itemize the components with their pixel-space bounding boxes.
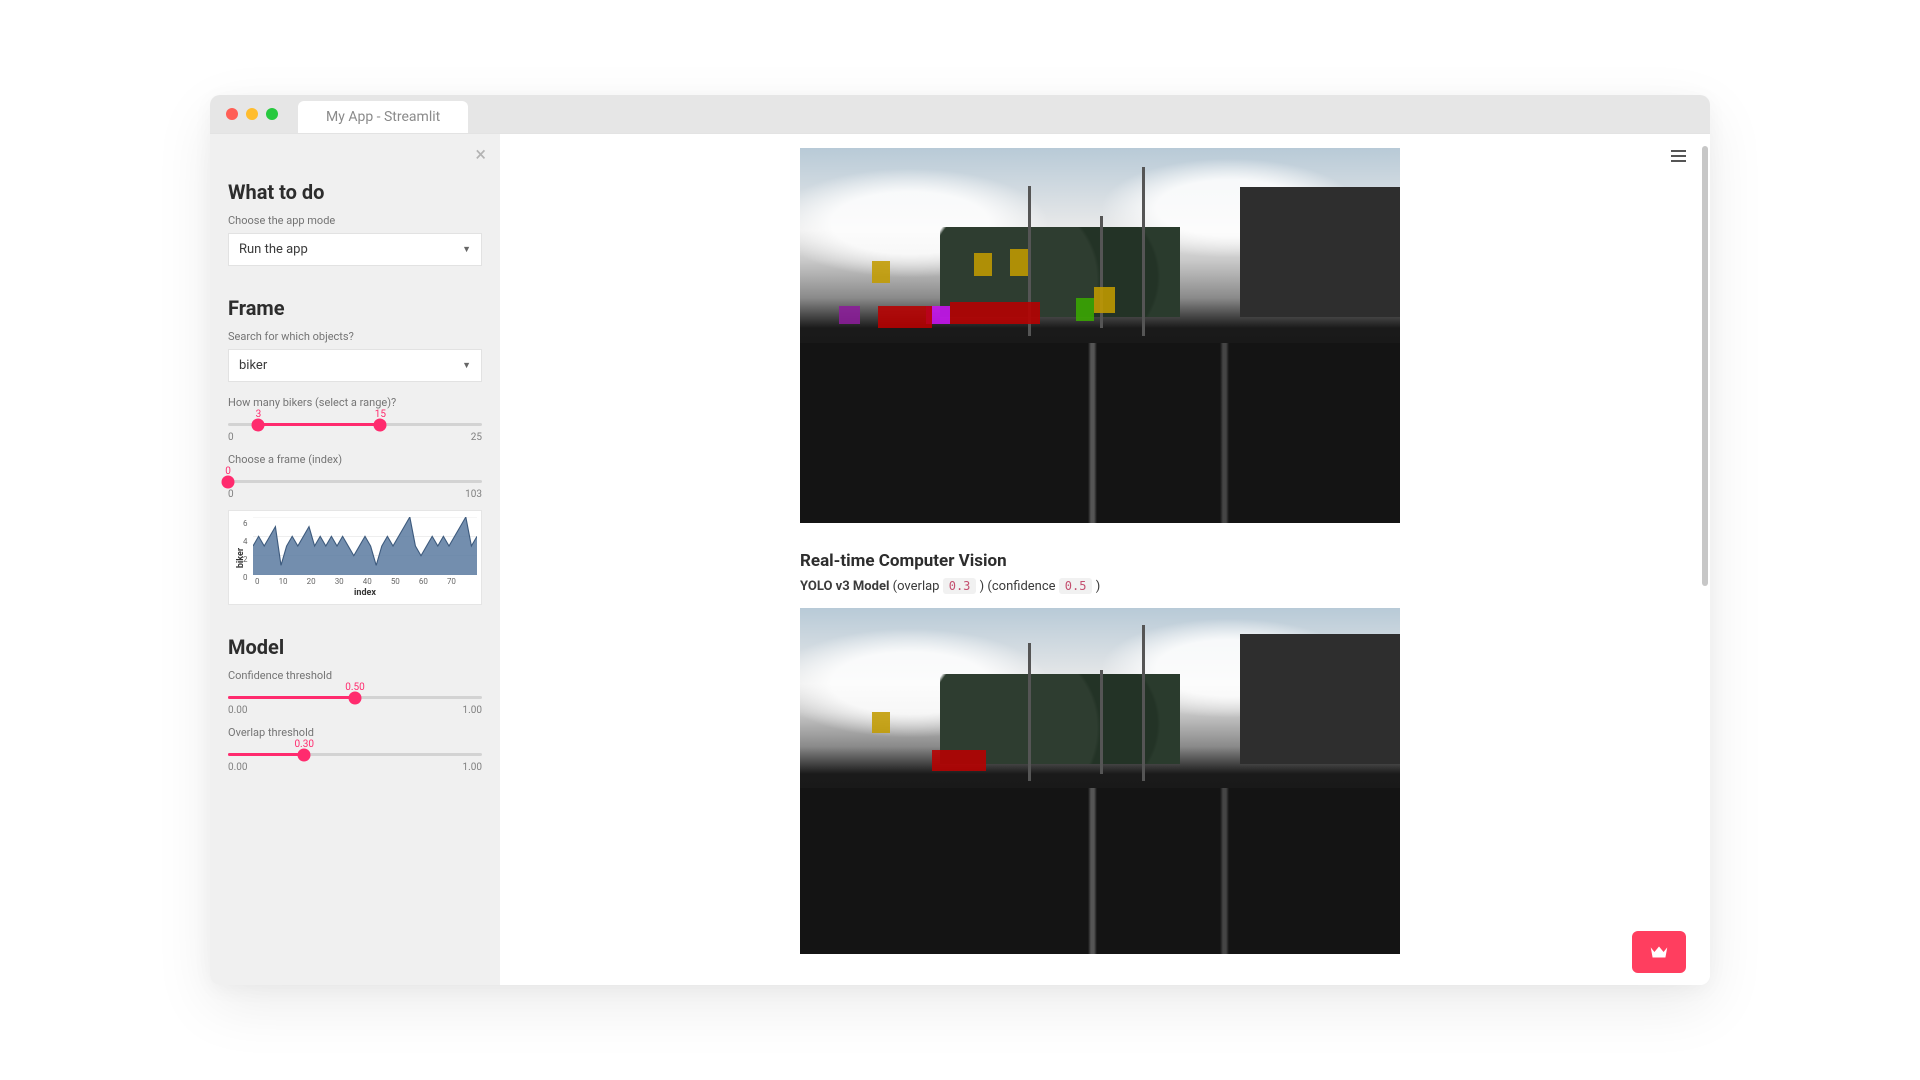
close-window-button[interactable] — [226, 108, 238, 120]
section-heading-what: What to do — [228, 180, 482, 204]
caret-down-icon: ▼ — [462, 244, 471, 255]
overlap-text: overlap — [897, 579, 939, 594]
detection-box — [950, 302, 1004, 325]
object-select-label: Search for which objects? — [228, 330, 482, 343]
model-name: YOLO v3 Model — [800, 579, 889, 594]
biker-range-label: How many bikers (select a range)? — [228, 396, 482, 409]
conf-min: 0.00 — [228, 705, 248, 716]
browser-window: My App - Streamlit × What to do Choose t… — [210, 95, 1710, 985]
overlap-min: 0.00 — [228, 762, 248, 773]
detection-box — [872, 261, 890, 284]
confidence-slider[interactable]: 0.50 0.00 1.00 — [228, 696, 482, 716]
detection-box — [1010, 249, 1028, 275]
overlap-slider[interactable]: 0.30 0.00 1.00 — [228, 753, 482, 773]
caret-down-icon: ▼ — [462, 360, 471, 371]
mode-select-label: Choose the app mode — [228, 214, 482, 227]
overlap-thumb[interactable] — [298, 748, 311, 761]
frame-index-label: Choose a frame (index) — [228, 453, 482, 466]
model-line: YOLO v3 Model (overlap 0.3 ) (confidence… — [800, 579, 1450, 594]
overlap-chip: 0.3 — [943, 578, 977, 594]
biker-histogram-chart: biker 6420 010203040506070 index — [228, 510, 482, 605]
chart-xlabel: index — [253, 588, 477, 598]
overlap-label: Overlap threshold — [228, 726, 482, 739]
detection-box — [872, 712, 890, 733]
frame-index-slider[interactable]: 0 0 103 — [228, 480, 482, 500]
titlebar: My App - Streamlit — [210, 95, 1710, 133]
chart-yticks: 6420 — [243, 515, 248, 587]
chart-xticks: 010203040506070 — [253, 577, 477, 586]
traffic-lights — [226, 108, 278, 120]
inference-image — [800, 608, 1400, 954]
maximize-window-button[interactable] — [266, 108, 278, 120]
crown-icon — [1648, 941, 1670, 963]
close-sidebar-icon[interactable]: × — [475, 144, 486, 164]
detection-box — [878, 306, 932, 329]
object-select[interactable]: biker ▼ — [228, 349, 482, 382]
detection-box — [839, 306, 860, 325]
frame-max: 103 — [465, 489, 482, 500]
chat-widget-button[interactable] — [1632, 931, 1686, 973]
conf-max: 1.00 — [463, 705, 483, 716]
range-low-thumb[interactable] — [252, 418, 265, 431]
biker-range-slider[interactable]: 3 15 0 25 — [228, 423, 482, 443]
main-area: Real-time Computer Vision YOLO v3 Model … — [500, 134, 1710, 985]
frame-min: 0 — [228, 489, 234, 500]
hamburger-menu-icon[interactable] — [1671, 150, 1686, 162]
detection-box — [1004, 302, 1040, 325]
range-min: 0 — [228, 432, 234, 443]
confidence-text: confidence — [992, 579, 1056, 594]
detection-box — [974, 253, 992, 276]
app-content: × What to do Choose the app mode Run the… — [210, 133, 1710, 985]
object-select-value: biker — [239, 358, 267, 373]
ground-truth-image — [800, 148, 1400, 523]
chart-svg — [253, 517, 477, 575]
mode-select-value: Run the app — [239, 242, 308, 257]
frame-index-thumb[interactable] — [222, 475, 235, 488]
range-high-thumb[interactable] — [374, 418, 387, 431]
confidence-thumb[interactable] — [349, 691, 362, 704]
browser-tab[interactable]: My App - Streamlit — [298, 101, 468, 133]
confidence-label: Confidence threshold — [228, 669, 482, 682]
scrollbar[interactable] — [1702, 146, 1708, 586]
mode-select[interactable]: Run the app ▼ — [228, 233, 482, 266]
overlap-max: 1.00 — [463, 762, 483, 773]
detection-box — [1094, 287, 1115, 313]
range-max: 25 — [471, 432, 482, 443]
detection-box — [1076, 298, 1094, 321]
section-heading-frame: Frame — [228, 296, 482, 320]
sidebar: × What to do Choose the app mode Run the… — [210, 134, 500, 985]
minimize-window-button[interactable] — [246, 108, 258, 120]
confidence-chip: 0.5 — [1059, 578, 1093, 594]
subheading: Real-time Computer Vision — [800, 551, 1450, 571]
detection-box — [932, 750, 986, 771]
section-heading-model: Model — [228, 635, 482, 659]
